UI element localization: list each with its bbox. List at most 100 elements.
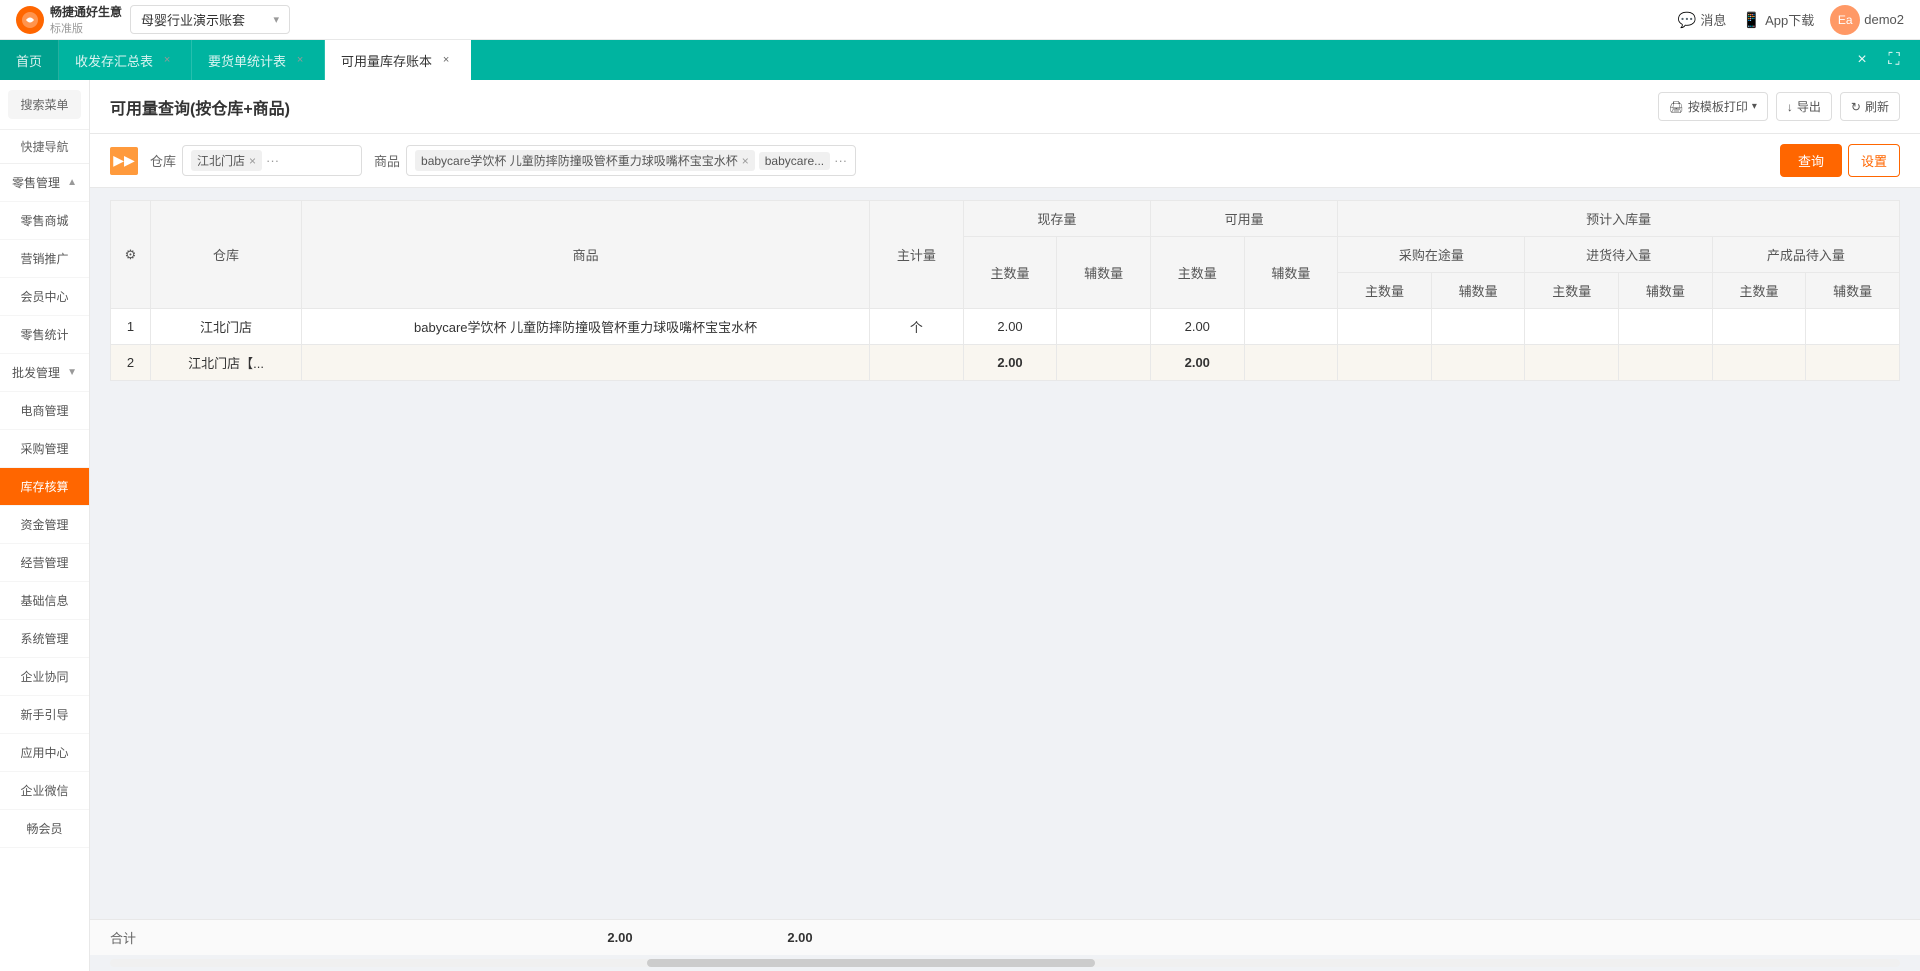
product-filter-label: 商品 bbox=[374, 151, 400, 170]
product-tag-remove[interactable]: × bbox=[742, 154, 749, 168]
sidebar-item-retail-stats[interactable]: 零售统计 bbox=[0, 316, 89, 354]
query-btn[interactable]: 查询 bbox=[1780, 144, 1842, 177]
row-1-warehouse: 江北门店 bbox=[151, 309, 302, 345]
sidebar-item-system[interactable]: 系统管理 bbox=[0, 620, 89, 658]
fullscreen-btn[interactable]: ⛶ bbox=[1880, 46, 1908, 74]
table-container: ⚙ 仓库 商品 主计量 现存量 可用量 预计入库量 主数量 辅数量 主数量 辅数… bbox=[90, 188, 1920, 919]
settings-btn[interactable]: 设置 bbox=[1848, 144, 1900, 177]
sidebar-item-app-center[interactable]: 应用中心 bbox=[0, 734, 89, 772]
row-1-production-main bbox=[1712, 309, 1806, 345]
refresh-btn[interactable]: ↻ 刷新 bbox=[1840, 92, 1900, 121]
sidebar-item-member[interactable]: 会员中心 bbox=[0, 278, 89, 316]
sidebar-item-system-label: 系统管理 bbox=[20, 630, 68, 647]
sidebar-item-retail-mall[interactable]: 零售商城 bbox=[0, 202, 89, 240]
th-purchase-main: 主数量 bbox=[1338, 273, 1432, 309]
sidebar-item-retail-mall-label: 零售商城 bbox=[20, 212, 68, 229]
scroll-thumb[interactable] bbox=[647, 959, 1095, 967]
sidebar-item-wholesale-label: 批发管理 bbox=[12, 364, 60, 381]
product-filter-field: 商品 babycare学饮杯 儿童防摔防撞吸管杯重力球吸嘴杯宝宝水杯 × bab… bbox=[374, 145, 856, 176]
message-btn[interactable]: 💬 消息 bbox=[1678, 10, 1727, 29]
sidebar-item-purchase[interactable]: 采购管理 bbox=[0, 430, 89, 468]
sidebar-item-operations-label: 经营管理 bbox=[20, 554, 68, 571]
industry-select[interactable]: 母婴行业演示账套 ▾ bbox=[130, 5, 290, 34]
page-actions: 🖨 按模板打印 ▾ ↓ 导出 ↻ 刷新 bbox=[1658, 92, 1900, 121]
table-settings-icon[interactable]: ⚙ bbox=[125, 247, 137, 262]
th-stock: 现存量 bbox=[963, 201, 1150, 237]
refresh-label: 刷新 bbox=[1865, 98, 1889, 115]
row-1-stock-aux bbox=[1057, 309, 1151, 345]
sidebar-item-wechat-work[interactable]: 企业微信 bbox=[0, 772, 89, 810]
row-1-unit: 个 bbox=[870, 309, 964, 345]
industry-label: 母婴行业演示账套 bbox=[141, 10, 245, 29]
filter-expand-btn[interactable]: ▶▶ bbox=[110, 147, 138, 175]
refresh-icon: ↻ bbox=[1851, 100, 1861, 114]
sidebar-item-retail-mgmt-label: 零售管理 bbox=[12, 174, 60, 191]
row-2-product bbox=[302, 345, 870, 381]
chevron-down-icon-wholesale: ▼ bbox=[67, 367, 77, 378]
th-incoming-pending: 进货待入量 bbox=[1525, 237, 1712, 273]
horizontal-scrollbar[interactable] bbox=[110, 959, 1900, 967]
product-filter-input[interactable]: babycare学饮杯 儿童防摔防撞吸管杯重力球吸嘴杯宝宝水杯 × babyca… bbox=[406, 145, 856, 176]
avatar-text: Ea bbox=[1838, 13, 1853, 27]
sidebar-item-operations[interactable]: 经营管理 bbox=[0, 544, 89, 582]
sidebar-item-retail-mgmt[interactable]: 零售管理 ▲ bbox=[0, 164, 89, 202]
avatar: Ea bbox=[1830, 5, 1860, 35]
template-print-btn[interactable]: 🖨 按模板打印 ▾ bbox=[1658, 92, 1768, 121]
top-bar-left: 畅捷通好生意 标准版 母婴行业演示账套 ▾ bbox=[16, 3, 290, 36]
table-row: 1 江北门店 babycare学饮杯 儿童防摔防撞吸管杯重力球吸嘴杯宝宝水杯 个… bbox=[111, 309, 1900, 345]
quick-nav-btn[interactable]: 快捷导航 bbox=[0, 130, 89, 164]
warehouse-tag-remove[interactable]: × bbox=[249, 154, 256, 168]
sidebar-item-new-guide[interactable]: 新手引导 bbox=[0, 696, 89, 734]
tab-available-stock-label: 可用量库存账本 bbox=[341, 51, 432, 70]
sidebar-item-wholesale[interactable]: 批发管理 ▼ bbox=[0, 354, 89, 392]
tab-home[interactable]: 首页 bbox=[0, 40, 59, 80]
search-menu-btn[interactable]: 搜索菜单 bbox=[8, 90, 81, 119]
sidebar: 搜索菜单 快捷导航 零售管理 ▲ 零售商城 营销推广 会员中心 零售统计 批发管… bbox=[0, 80, 90, 971]
th-purchase-transit: 采购在途量 bbox=[1338, 237, 1525, 273]
data-table: ⚙ 仓库 商品 主计量 现存量 可用量 预计入库量 主数量 辅数量 主数量 辅数… bbox=[110, 200, 1900, 381]
sidebar-item-ecommerce[interactable]: 电商管理 bbox=[0, 392, 89, 430]
nav-tab-actions: × ⛶ bbox=[1836, 46, 1920, 74]
tab-available-stock-close[interactable]: × bbox=[438, 52, 454, 68]
user-area[interactable]: Ea demo2 bbox=[1830, 5, 1904, 35]
sidebar-item-enterprise-label: 企业协同 bbox=[20, 668, 68, 685]
sidebar-item-new-guide-label: 新手引导 bbox=[20, 706, 68, 723]
th-purchase-aux: 辅数量 bbox=[1431, 273, 1525, 309]
row-2-purchase-aux bbox=[1431, 345, 1525, 381]
th-product: 商品 bbox=[302, 201, 870, 309]
tab-available-stock[interactable]: 可用量库存账本 × bbox=[325, 40, 471, 80]
row-2-incoming-main bbox=[1525, 345, 1619, 381]
sidebar-item-vip[interactable]: 畅会员 bbox=[0, 810, 89, 848]
app-download-btn[interactable]: 📱 App下载 bbox=[1742, 10, 1814, 29]
sidebar-item-basic-info[interactable]: 基础信息 bbox=[0, 582, 89, 620]
tab-order-stats[interactable]: 要货单统计表 × bbox=[192, 40, 325, 80]
row-1-avail-aux bbox=[1244, 309, 1338, 345]
page-title: 可用量查询(按仓库+商品) bbox=[110, 95, 290, 119]
warehouse-more-icon[interactable]: ··· bbox=[266, 153, 279, 168]
th-stock-aux: 辅数量 bbox=[1057, 237, 1151, 309]
product-more-icon[interactable]: ··· bbox=[834, 153, 847, 168]
th-avail-main: 主数量 bbox=[1150, 237, 1244, 309]
tab-order-stats-close[interactable]: × bbox=[292, 52, 308, 68]
row-1-production-aux bbox=[1806, 309, 1900, 345]
page-header: 可用量查询(按仓库+商品) 🖨 按模板打印 ▾ ↓ 导出 ↻ 刷新 bbox=[90, 80, 1920, 134]
row-2-avail-aux bbox=[1244, 345, 1338, 381]
sidebar-item-inventory[interactable]: 库存核算 bbox=[0, 468, 89, 506]
warehouse-tag-text: 江北门店 bbox=[197, 152, 245, 169]
close-all-tabs-btn[interactable]: × bbox=[1848, 46, 1876, 74]
tab-receive-send-close[interactable]: × bbox=[159, 52, 175, 68]
warehouse-filter-input[interactable]: 江北门店 × ··· bbox=[182, 145, 362, 176]
sidebar-item-app-center-label: 应用中心 bbox=[20, 744, 68, 761]
template-print-arrow: ▾ bbox=[1752, 101, 1757, 112]
sidebar-item-finance[interactable]: 资金管理 bbox=[0, 506, 89, 544]
sidebar-item-basic-info-label: 基础信息 bbox=[20, 592, 68, 609]
sidebar-item-purchase-label: 采购管理 bbox=[20, 440, 68, 457]
sidebar-item-marketing[interactable]: 营销推广 bbox=[0, 240, 89, 278]
content-area: 可用量查询(按仓库+商品) 🖨 按模板打印 ▾ ↓ 导出 ↻ 刷新 ▶▶ bbox=[90, 80, 1920, 971]
sidebar-item-enterprise[interactable]: 企业协同 bbox=[0, 658, 89, 696]
th-incoming-aux: 辅数量 bbox=[1619, 273, 1713, 309]
export-btn[interactable]: ↓ 导出 bbox=[1776, 92, 1832, 121]
message-icon: 💬 bbox=[1678, 11, 1697, 29]
tab-receive-send[interactable]: 收发存汇总表 × bbox=[59, 40, 192, 80]
sidebar-item-retail-stats-label: 零售统计 bbox=[20, 326, 68, 343]
